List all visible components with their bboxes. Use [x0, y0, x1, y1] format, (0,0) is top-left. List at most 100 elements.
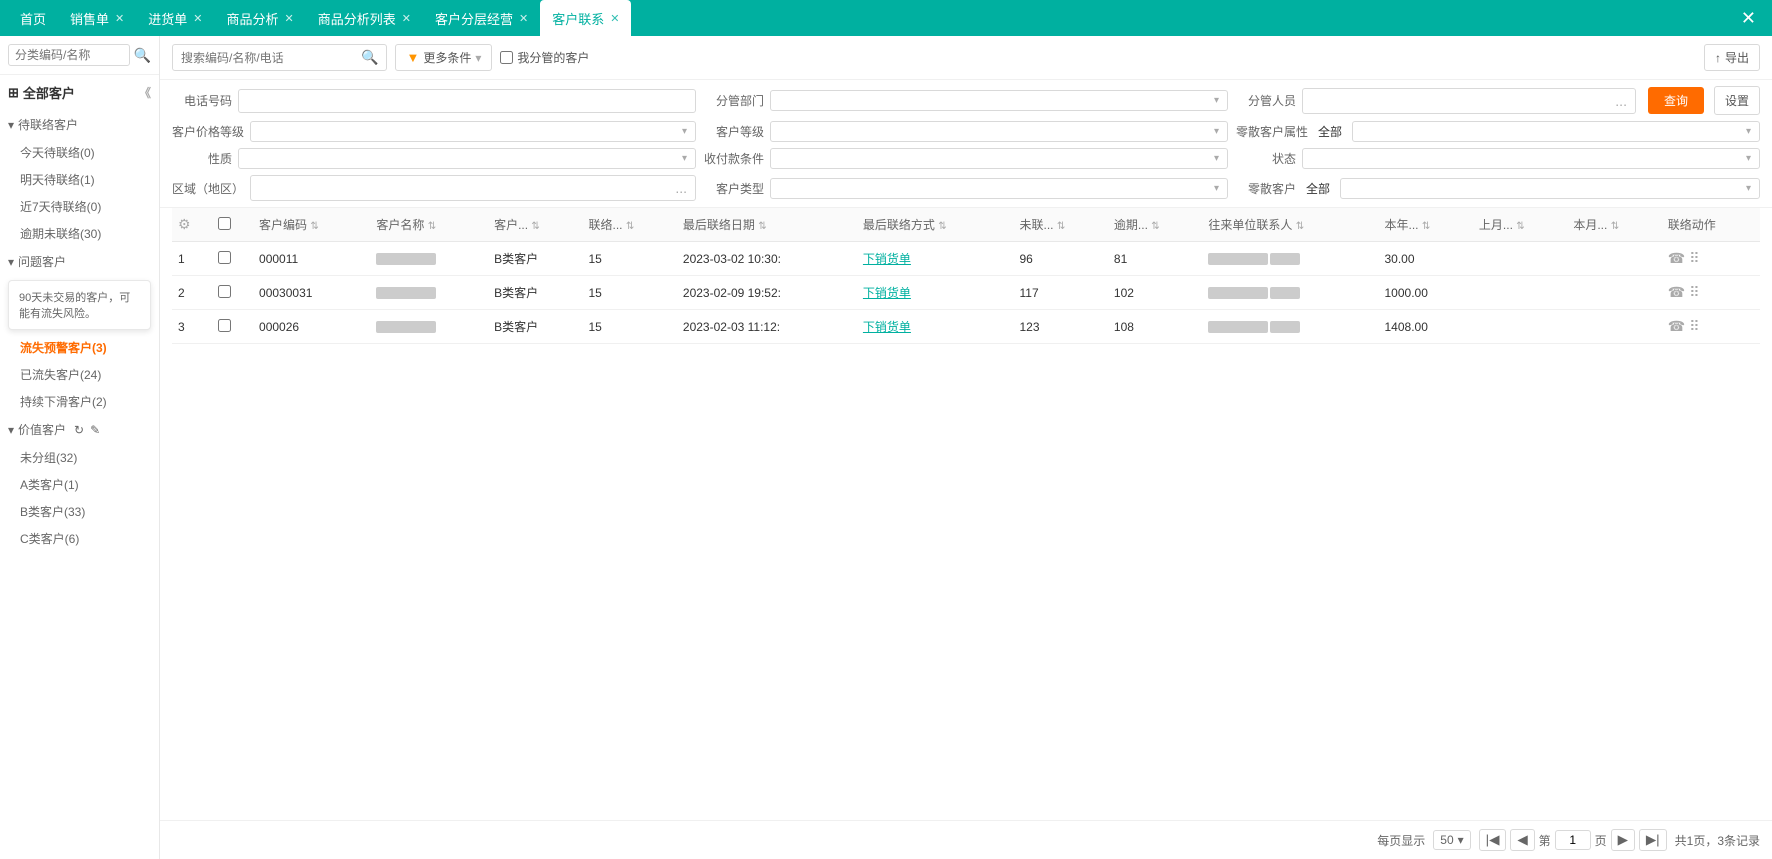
filter-customer-grade-select[interactable]: ▾ — [770, 121, 1228, 142]
more-icon[interactable]: ... — [675, 180, 687, 196]
filter-region-select[interactable]: ... — [250, 175, 696, 201]
col-name[interactable]: 客户名称 ⇅ — [370, 208, 488, 242]
contact-icon[interactable]: ☎ — [1668, 250, 1685, 267]
tab-analysis[interactable]: 商品分析 ✕ — [214, 0, 305, 36]
sidebar-search-icon: 🔍 — [134, 47, 151, 64]
col-last-month[interactable]: 上月... ⇅ — [1473, 208, 1567, 242]
next-page-button[interactable]: ▶ — [1611, 829, 1635, 851]
filter-price-grade-select[interactable]: ▾ — [250, 121, 696, 142]
page-size-select[interactable]: 50 ▾ — [1433, 830, 1470, 850]
filter-more-button[interactable]: ▼ 更多条件 ▾ — [395, 44, 492, 71]
row-checkbox[interactable] — [218, 319, 231, 332]
export-button[interactable]: ↑ 导出 — [1704, 44, 1760, 71]
sidebar-item-week[interactable]: 近7天待联络(0) — [0, 193, 159, 220]
app-close-button[interactable]: ✕ — [1733, 8, 1764, 29]
col-last-date[interactable]: 最后联络日期 ⇅ — [677, 208, 857, 242]
row-type: B类客户 — [488, 310, 582, 344]
search-button[interactable]: 🔍 — [353, 45, 386, 70]
col-this-month[interactable]: 本月... ⇅ — [1567, 208, 1661, 242]
my-customers-checkbox-label[interactable]: 我分管的客户 — [500, 49, 589, 66]
row-checkbox[interactable] — [218, 251, 231, 264]
sidebar-item-a-class[interactable]: A类客户(1) — [0, 471, 159, 498]
grid-icon: ⊞ — [8, 85, 19, 101]
close-icon[interactable]: ✕ — [610, 12, 619, 25]
tab-customer-layer[interactable]: 客户分层经营 ✕ — [423, 0, 540, 36]
sidebar-search-input[interactable] — [8, 44, 130, 66]
chevron-down-icon: ▾ — [1214, 126, 1219, 137]
contact-icon[interactable]: ☎ — [1668, 318, 1685, 335]
main-layout: 🔍 ⊞ 全部客户 《 ▾ 待联络客户 今天待联络(0) 明天待联络(1) 近7天… — [0, 36, 1772, 859]
content-area: 🔍 ▼ 更多条件 ▾ 我分管的客户 ↑ 导出 电话号码 — [160, 36, 1772, 859]
col-overdue[interactable]: 逾期... ⇅ — [1108, 208, 1202, 242]
first-page-button[interactable]: |◀ — [1479, 829, 1507, 851]
arrow-icon: ▾ — [8, 118, 14, 132]
sidebar-item-c-class[interactable]: C类客户(6) — [0, 525, 159, 552]
tab-sales[interactable]: 销售单 ✕ — [58, 0, 136, 36]
sidebar-all-customers[interactable]: ⊞ 全部客户 《 — [0, 75, 159, 110]
tab-home[interactable]: 首页 — [8, 0, 58, 36]
my-customers-checkbox[interactable] — [500, 51, 513, 64]
sidebar-item-churned[interactable]: 已流失客户(24) — [0, 361, 159, 388]
page-label: 第 — [1539, 832, 1551, 849]
filter-dept-select[interactable]: ▾ — [770, 90, 1228, 111]
col-this-year[interactable]: 本年... ⇅ — [1379, 208, 1473, 242]
sidebar-item-tomorrow[interactable]: 明天待联络(1) — [0, 166, 159, 193]
close-icon[interactable]: ✕ — [402, 12, 411, 25]
sidebar-section-value[interactable]: ▾ 价值客户 ↻ ✎ — [0, 415, 159, 444]
more-actions-icon[interactable]: ⠿ — [1689, 250, 1699, 267]
edit-icon[interactable]: ✎ — [90, 423, 100, 437]
row-last-method: 下销货单 — [857, 242, 1014, 276]
settings-icon[interactable]: ⚙ — [178, 216, 191, 232]
filter-gender-select[interactable]: ▾ — [238, 148, 696, 169]
settings-button[interactable]: 设置 — [1714, 86, 1760, 115]
query-button[interactable]: 查询 — [1648, 87, 1704, 114]
close-icon[interactable]: ✕ — [115, 12, 124, 25]
sidebar-section-pending[interactable]: ▾ 待联络客户 — [0, 110, 159, 139]
row-contact-person — [1202, 310, 1378, 344]
filter-status-select[interactable]: ▾ — [1302, 148, 1760, 169]
tab-purchase[interactable]: 进货单 ✕ — [136, 0, 214, 36]
sidebar-item-today[interactable]: 今天待联络(0) — [0, 139, 159, 166]
row-overdue: 102 — [1108, 276, 1202, 310]
contact-icon[interactable]: ☎ — [1668, 284, 1685, 301]
prev-page-button[interactable]: ◀ — [1510, 829, 1534, 851]
sidebar-search-area: 🔍 — [0, 36, 159, 75]
more-icon[interactable]: ... — [1615, 93, 1627, 109]
col-settings: ⚙ — [172, 208, 212, 242]
col-type[interactable]: 客户... ⇅ — [488, 208, 582, 242]
page-input[interactable] — [1555, 830, 1591, 850]
more-actions-icon[interactable]: ⠿ — [1689, 284, 1699, 301]
row-checkbox[interactable] — [218, 285, 231, 298]
sidebar-section-problem[interactable]: ▾ 问题客户 — [0, 247, 159, 276]
last-page-button[interactable]: ▶| — [1639, 829, 1667, 851]
sidebar-item-churn-warning[interactable]: 流失预警客户(3) — [0, 334, 159, 361]
refresh-icon[interactable]: ↻ — [74, 423, 84, 437]
close-icon[interactable]: ✕ — [285, 12, 294, 25]
table-row: 2 00030031 B类客户 15 2023-02-09 19:52: 下销货… — [172, 276, 1760, 310]
filter-manager-select[interactable]: ... — [1302, 88, 1636, 114]
sidebar-item-ungroup[interactable]: 未分组(32) — [0, 444, 159, 471]
search-input[interactable] — [173, 47, 353, 69]
sort-icon: ⇅ — [1296, 221, 1304, 232]
col-code[interactable]: 客户编码 ⇅ — [253, 208, 370, 242]
sidebar-item-overdue[interactable]: 逾期未联络(30) — [0, 220, 159, 247]
sidebar-item-b-class[interactable]: B类客户(33) — [0, 498, 159, 525]
col-contact-person[interactable]: 往来单位联系人 ⇅ — [1202, 208, 1378, 242]
tab-analysis-list[interactable]: 商品分析列表 ✕ — [306, 0, 423, 36]
close-icon[interactable]: ✕ — [519, 12, 528, 25]
more-actions-icon[interactable]: ⠿ — [1689, 318, 1699, 335]
filter-zero-attr-select[interactable]: ▾ — [1352, 121, 1760, 142]
tab-customer-contact[interactable]: 客户联系 ✕ — [540, 0, 631, 36]
sort-icon: ⇅ — [938, 221, 946, 232]
filter-customer-type-select[interactable]: ▾ — [770, 178, 1228, 199]
chevron-down-icon: ▾ — [475, 51, 481, 65]
filter-zero-customer-select[interactable]: ▾ — [1340, 178, 1760, 199]
col-uncontacted[interactable]: 未联... ⇅ — [1013, 208, 1107, 242]
filter-phone-input[interactable] — [238, 89, 696, 113]
filter-payment-select[interactable]: ▾ — [770, 148, 1228, 169]
select-all-checkbox[interactable] — [218, 217, 231, 230]
sidebar-item-declining[interactable]: 持续下滑客户(2) — [0, 388, 159, 415]
col-last-method[interactable]: 最后联络方式 ⇅ — [857, 208, 1014, 242]
close-icon[interactable]: ✕ — [193, 12, 202, 25]
col-contact[interactable]: 联络... ⇅ — [582, 208, 676, 242]
